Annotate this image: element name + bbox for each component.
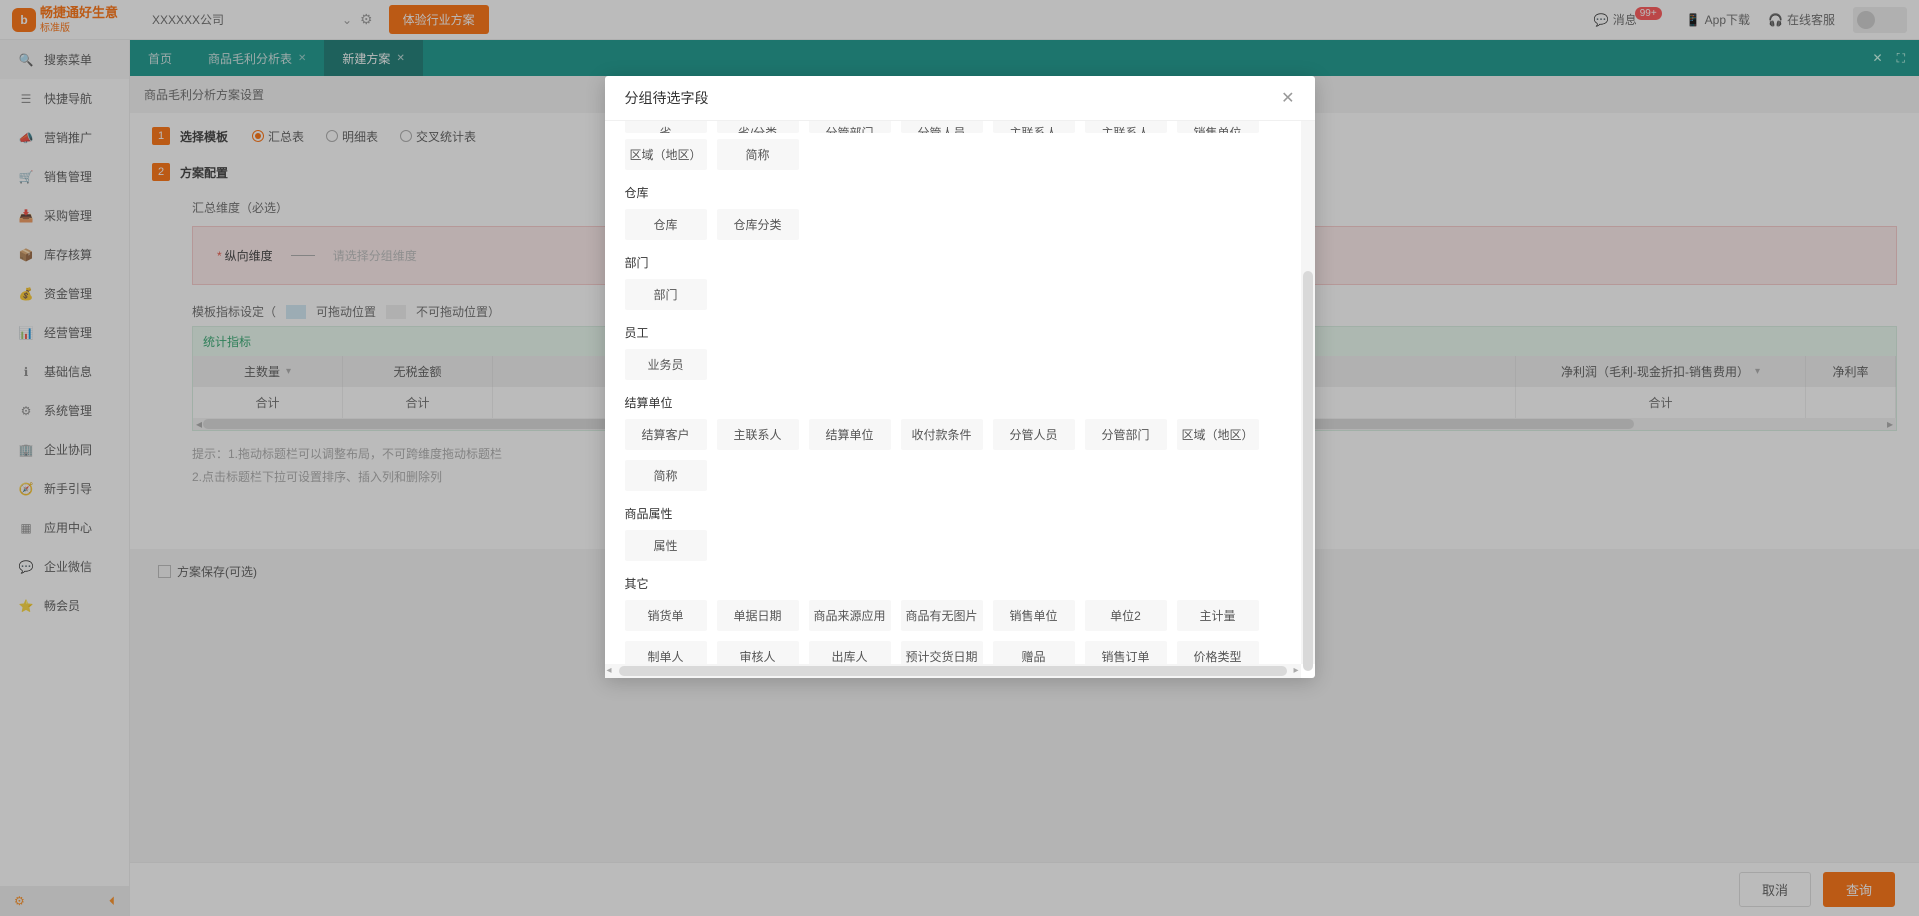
group-fields-modal: 分组待选字段 ✕ 省省/分类分管部门分管人员主联系人主联系人销售单位区域（地区）… xyxy=(605,76,1315,678)
field-chip[interactable]: 价格类型 xyxy=(1177,641,1259,664)
field-chip[interactable]: 业务员 xyxy=(625,349,707,380)
field-chip[interactable]: 销货单 xyxy=(625,600,707,631)
field-chip[interactable]: 主计量 xyxy=(1177,600,1259,631)
field-chip[interactable]: 省 xyxy=(625,121,707,133)
group-title: 仓库 xyxy=(625,184,1281,201)
modal-title: 分组待选字段 xyxy=(625,88,709,108)
field-chip[interactable]: 主联系人 xyxy=(1085,121,1167,133)
field-chip[interactable]: 主联系人 xyxy=(717,419,799,450)
field-chip[interactable]: 收付款条件 xyxy=(901,419,983,450)
field-chip[interactable]: 结算单位 xyxy=(809,419,891,450)
field-chip[interactable]: 销售单位 xyxy=(993,600,1075,631)
scroll-thumb[interactable] xyxy=(1303,271,1313,671)
group-title: 其它 xyxy=(625,575,1281,592)
field-chip[interactable]: 仓库分类 xyxy=(717,209,799,240)
field-chip[interactable]: 单位2 xyxy=(1085,600,1167,631)
scroll-left-icon[interactable]: ◂ xyxy=(607,665,612,676)
modal-hscroll[interactable]: ◂ ▸ xyxy=(605,664,1301,678)
field-chip[interactable]: 简称 xyxy=(625,460,707,491)
field-chip[interactable]: 分管人员 xyxy=(993,419,1075,450)
group-title: 部门 xyxy=(625,254,1281,271)
modal-vscroll[interactable] xyxy=(1301,121,1315,664)
field-chip[interactable]: 区域（地区） xyxy=(625,139,707,170)
field-chip[interactable]: 区域（地区） xyxy=(1177,419,1259,450)
close-icon[interactable]: ✕ xyxy=(1281,88,1294,108)
field-chip[interactable]: 销售订单 xyxy=(1085,641,1167,664)
field-chip[interactable]: 商品有无图片 xyxy=(901,600,983,631)
field-chip[interactable]: 部门 xyxy=(625,279,707,310)
field-chip[interactable]: 分管部门 xyxy=(809,121,891,133)
field-chip[interactable]: 制单人 xyxy=(625,641,707,664)
group-title: 商品属性 xyxy=(625,505,1281,522)
field-chip[interactable]: 简称 xyxy=(717,139,799,170)
field-chip[interactable]: 分管部门 xyxy=(1085,419,1167,450)
field-chip[interactable]: 赠品 xyxy=(993,641,1075,664)
field-chip[interactable]: 出库人 xyxy=(809,641,891,664)
field-chip[interactable]: 主联系人 xyxy=(993,121,1075,133)
scroll-thumb[interactable] xyxy=(619,666,1287,676)
field-chip[interactable]: 属性 xyxy=(625,530,707,561)
field-chip[interactable]: 仓库 xyxy=(625,209,707,240)
field-chip[interactable]: 分管人员 xyxy=(901,121,983,133)
field-chip[interactable]: 销售单位 xyxy=(1177,121,1259,133)
scroll-right-icon[interactable]: ▸ xyxy=(1293,665,1298,676)
group-title: 结算单位 xyxy=(625,394,1281,411)
field-chip[interactable]: 审核人 xyxy=(717,641,799,664)
field-chip[interactable]: 结算客户 xyxy=(625,419,707,450)
field-chip[interactable]: 预计交货日期 xyxy=(901,641,983,664)
field-chip[interactable]: 省/分类 xyxy=(717,121,799,133)
group-title: 员工 xyxy=(625,324,1281,341)
field-chip[interactable]: 单据日期 xyxy=(717,600,799,631)
field-chip[interactable]: 商品来源应用 xyxy=(809,600,891,631)
